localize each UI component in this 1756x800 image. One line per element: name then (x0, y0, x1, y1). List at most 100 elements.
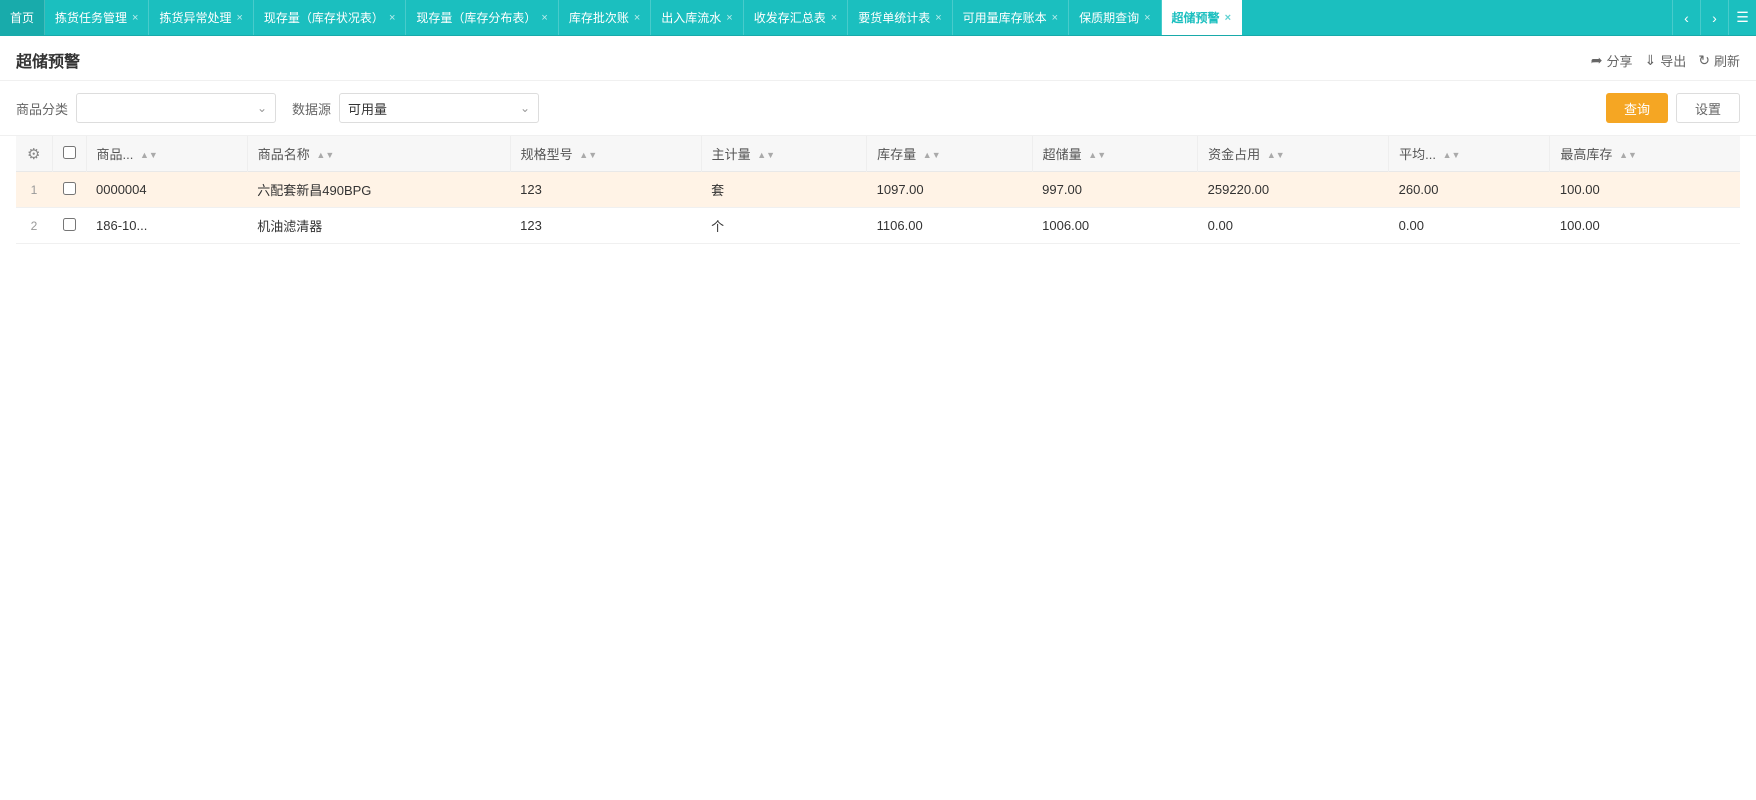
nav-collect-summary[interactable]: 收发存汇总表 × (744, 0, 848, 35)
sort-name-icon: ▲▼ (316, 151, 334, 160)
row-stock: 1106.00 (867, 208, 1033, 244)
nav-pick-task[interactable]: 拣货任务管理 × (45, 0, 149, 35)
nav-stock-status[interactable]: 现存量（库存状况表） × (254, 0, 406, 35)
row-stock: 1097.00 (867, 172, 1033, 208)
sort-stock-icon: ▲▼ (923, 151, 941, 160)
nav-arrow-left[interactable]: ‹ (1672, 0, 1700, 35)
nav-available-account-close[interactable]: × (1052, 12, 1058, 24)
category-select[interactable]: ⌄ (76, 93, 276, 123)
select-all-checkbox[interactable] (63, 146, 76, 159)
page-header: 超储预警 ➦ 分享 ⇓ 导出 ↻ 刷新 (0, 36, 1756, 81)
nav-available-account-label: 可用量库存账本 (963, 9, 1047, 26)
sort-spec-icon: ▲▼ (579, 151, 597, 160)
th-stock[interactable]: 库存量 ▲▼ (867, 136, 1033, 172)
table-container: ⚙ 商品... ▲▼ 商品名称 ▲▼ 规格型号 ▲▼ (0, 136, 1756, 244)
nav-overstock-warning-close[interactable]: × (1225, 12, 1231, 24)
page-actions: ➦ 分享 ⇓ 导出 ↻ 刷新 (1591, 51, 1740, 70)
nav-pick-task-close[interactable]: × (132, 12, 138, 24)
th-name[interactable]: 商品名称 ▲▼ (247, 136, 510, 172)
row-checkbox-cell (52, 172, 86, 208)
row-unit: 个 (701, 208, 867, 244)
nav-home[interactable]: 首页 (0, 0, 45, 35)
row-unit: 套 (701, 172, 867, 208)
export-button[interactable]: ⇓ 导出 (1645, 51, 1687, 70)
refresh-icon: ↻ (1698, 52, 1710, 69)
datasource-filter-group: 数据源 可用量 ⌄ (292, 93, 539, 123)
nav-arrow-right[interactable]: › (1700, 0, 1728, 35)
nav-available-account[interactable]: 可用量库存账本 × (953, 0, 1069, 35)
data-table: ⚙ 商品... ▲▼ 商品名称 ▲▼ 规格型号 ▲▼ (16, 136, 1740, 244)
row-spec: 123 (510, 208, 701, 244)
nav-pick-exception-label: 拣货异常处理 (159, 9, 231, 26)
nav-overstock-warning[interactable]: 超储预警 × (1162, 0, 1242, 35)
nav-collect-summary-close[interactable]: × (831, 12, 837, 24)
table-row: 2 186-10... 机油滤清器 123 个 1106.00 1006.00 … (16, 208, 1740, 244)
nav-inout-flow-label: 出入库流水 (661, 9, 721, 26)
nav-inout-flow[interactable]: 出入库流水 × (651, 0, 743, 35)
nav-order-stats-close[interactable]: × (935, 12, 941, 24)
sort-avg-icon: ▲▼ (1443, 151, 1461, 160)
row-avg: 260.00 (1389, 172, 1550, 208)
row-name: 机油滤清器 (247, 208, 510, 244)
datasource-chevron-down-icon: ⌄ (520, 101, 530, 115)
nav-stock-dist[interactable]: 现存量（库存分布表） × (406, 0, 558, 35)
nav-pick-exception[interactable]: 拣货异常处理 × (149, 0, 253, 35)
row-checkbox[interactable] (63, 182, 76, 195)
sort-code-icon: ▲▼ (140, 151, 158, 160)
nav-batch-account[interactable]: 库存批次账 × (559, 0, 651, 35)
row-capital: 0.00 (1198, 208, 1389, 244)
share-label: 分享 (1606, 51, 1632, 70)
nav-arrow-menu[interactable]: ☰ (1728, 0, 1756, 35)
datasource-select[interactable]: 可用量 ⌄ (339, 93, 539, 123)
nav-pick-exception-close[interactable]: × (236, 12, 242, 24)
table-header-row: ⚙ 商品... ▲▼ 商品名称 ▲▼ 规格型号 ▲▼ (16, 136, 1740, 172)
th-spec[interactable]: 规格型号 ▲▼ (510, 136, 701, 172)
sort-capital-icon: ▲▼ (1267, 151, 1285, 160)
row-number: 2 (16, 208, 52, 244)
nav-batch-account-close[interactable]: × (634, 12, 640, 24)
nav-stock-dist-label: 现存量（库存分布表） (416, 9, 536, 26)
table-settings-icon[interactable]: ⚙ (27, 146, 40, 163)
nav-batch-account-label: 库存批次账 (569, 9, 629, 26)
table-row: 1 0000004 六配套新昌490BPG 123 套 1097.00 997.… (16, 172, 1740, 208)
sort-unit-icon: ▲▼ (757, 151, 775, 160)
top-navigation: 首页 拣货任务管理 × 拣货异常处理 × 现存量（库存状况表） × 现存量（库存… (0, 0, 1756, 36)
nav-stock-status-close[interactable]: × (389, 12, 395, 24)
nav-inout-flow-close[interactable]: × (726, 12, 732, 24)
row-code: 186-10... (86, 208, 247, 244)
row-number: 1 (16, 172, 52, 208)
export-label: 导出 (1660, 51, 1686, 70)
th-maxstock[interactable]: 最高库存 ▲▼ (1550, 136, 1740, 172)
category-filter-group: 商品分类 ⌄ (16, 93, 276, 123)
nav-expiry-query[interactable]: 保质期查询 × (1069, 0, 1161, 35)
query-button[interactable]: 查询 (1606, 93, 1668, 123)
nav-arrows: ‹ › ☰ (1672, 0, 1756, 35)
datasource-value: 可用量 (348, 99, 387, 118)
settings-button[interactable]: 设置 (1676, 93, 1740, 123)
th-overstock[interactable]: 超储量 ▲▼ (1032, 136, 1198, 172)
sort-maxstock-icon: ▲▼ (1619, 151, 1637, 160)
nav-expiry-query-label: 保质期查询 (1079, 9, 1139, 26)
nav-order-stats[interactable]: 要货单统计表 × (848, 0, 952, 35)
th-unit[interactable]: 主计量 ▲▼ (701, 136, 867, 172)
row-checkbox[interactable] (63, 218, 76, 231)
category-label: 商品分类 (16, 99, 68, 118)
row-overstock: 1006.00 (1032, 208, 1198, 244)
nav-order-stats-label: 要货单统计表 (858, 9, 930, 26)
refresh-label: 刷新 (1714, 51, 1740, 70)
category-chevron-down-icon: ⌄ (257, 101, 267, 115)
export-icon: ⇓ (1645, 52, 1657, 69)
row-avg: 0.00 (1389, 208, 1550, 244)
page-title: 超储预警 (16, 48, 80, 72)
th-capital[interactable]: 资金占用 ▲▼ (1198, 136, 1389, 172)
nav-collect-summary-label: 收发存汇总表 (754, 9, 826, 26)
row-maxstock: 100.00 (1550, 208, 1740, 244)
share-button[interactable]: ➦ 分享 (1591, 51, 1633, 70)
refresh-button[interactable]: ↻ 刷新 (1698, 51, 1740, 70)
nav-stock-dist-close[interactable]: × (541, 12, 547, 24)
th-avg[interactable]: 平均... ▲▼ (1389, 136, 1550, 172)
row-code: 0000004 (86, 172, 247, 208)
row-overstock: 997.00 (1032, 172, 1198, 208)
th-code[interactable]: 商品... ▲▼ (86, 136, 247, 172)
nav-expiry-query-close[interactable]: × (1144, 12, 1150, 24)
